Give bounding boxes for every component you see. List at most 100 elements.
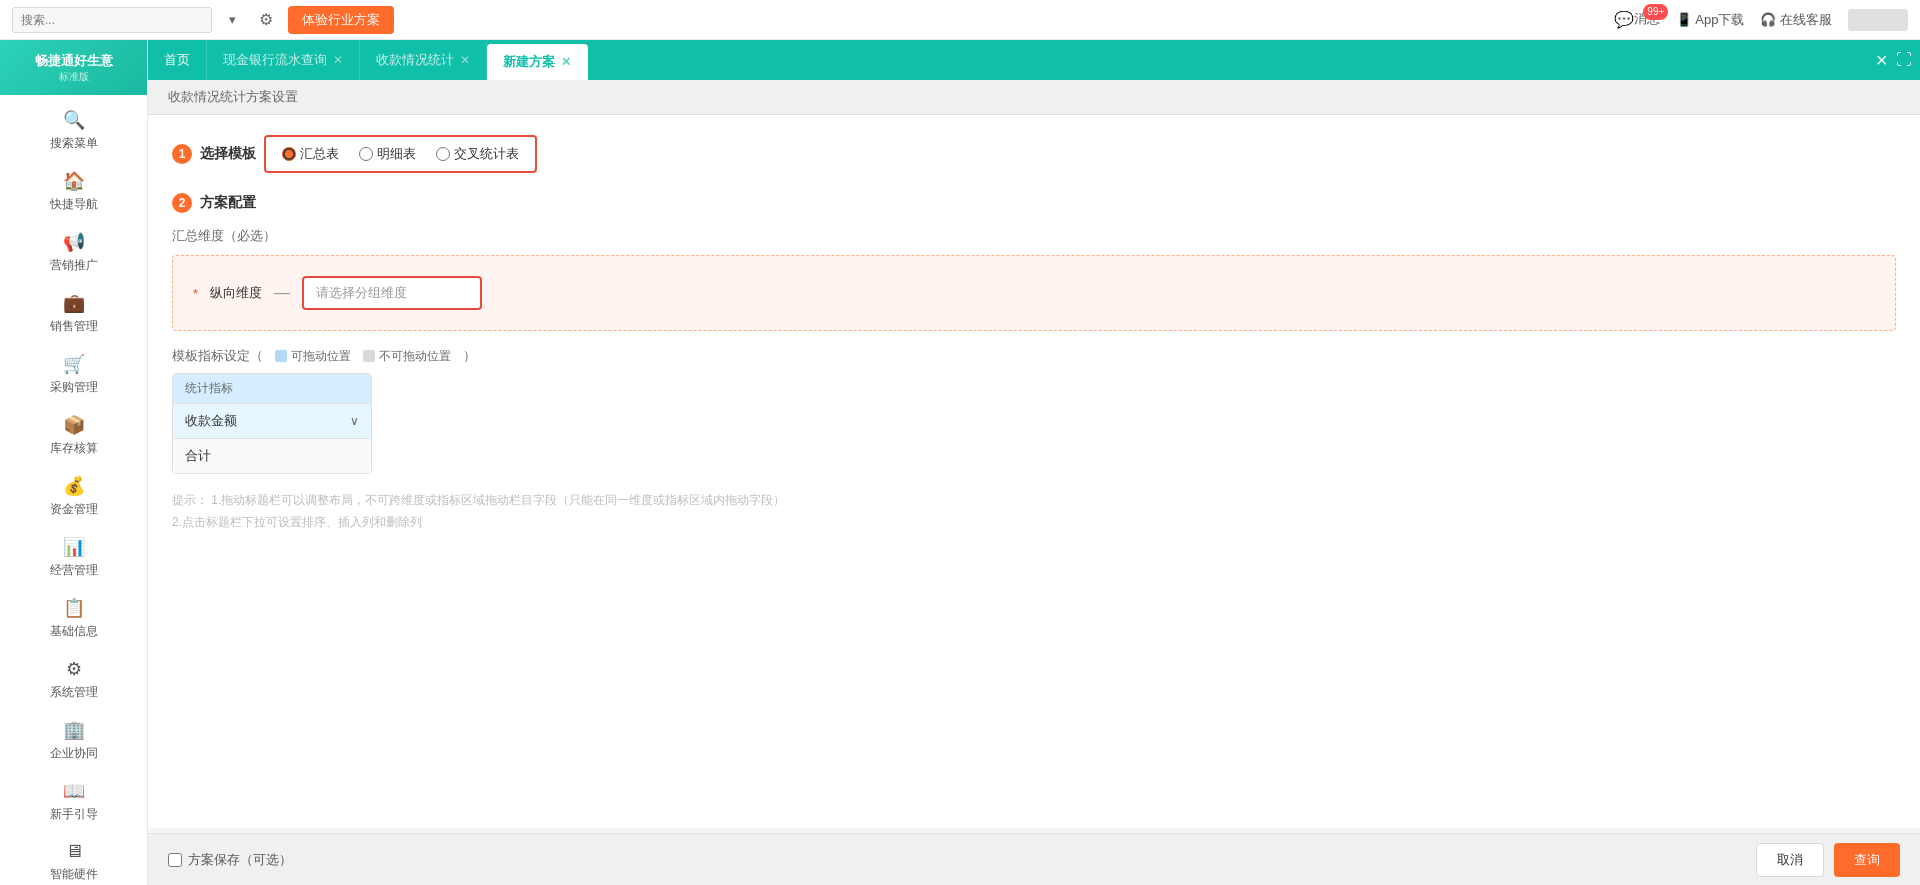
sidebar-item-enterprise[interactable]: 🏢 企业协同 <box>0 709 147 770</box>
sidebar-item-system[interactable]: ⚙ 系统管理 <box>0 648 147 709</box>
sidebar-label-hardware: 智能硬件 <box>50 866 98 883</box>
tab-receipt-close[interactable]: ✕ <box>460 53 470 67</box>
draggable-label: 可拖动位置 <box>291 348 351 365</box>
bottom-left: 方案保存（可选） <box>168 851 292 869</box>
sidebar-label-inventory: 库存核算 <box>50 440 98 457</box>
step1-num: 1 <box>172 144 192 164</box>
tab-bar: 首页 现金银行流水查询 ✕ 收款情况统计 ✕ 新建方案 ✕ ✕ ⛶ <box>148 40 1920 80</box>
metrics-label-end: ） <box>463 347 476 365</box>
radio-summary-input[interactable] <box>282 147 296 161</box>
step1-label: 选择模板 <box>200 145 256 163</box>
industry-button[interactable]: 体验行业方案 <box>288 6 394 34</box>
metrics-label: 模板指标设定（ 可拖动位置 不可拖动位置 ） <box>172 347 1896 365</box>
sidebar-item-operations[interactable]: 📊 经营管理 <box>0 526 147 587</box>
page-content: 收款情况统计方案设置 1 选择模板 汇总表 <box>148 80 1920 833</box>
tab-maximize-icon[interactable]: ⛶ <box>1896 51 1912 69</box>
sidebar-item-marketing[interactable]: 📢 营销推广 <box>0 221 147 282</box>
sidebar-item-search[interactable]: 🔍 搜索菜单 <box>0 99 147 160</box>
notification-wrap[interactable]: 💬 99+ 消息 <box>1614 10 1660 29</box>
radio-detail-label: 明细表 <box>377 145 416 163</box>
cancel-button[interactable]: 取消 <box>1756 843 1824 877</box>
app-edition: 标准版 <box>59 70 89 84</box>
sidebar-item-basics[interactable]: 📋 基础信息 <box>0 587 147 648</box>
bottom-bar: 方案保存（可选） 取消 查询 <box>148 833 1920 885</box>
dimension-area: * 纵向维度 — 请选择分组维度 <box>172 255 1896 331</box>
dimension-select[interactable]: 请选择分组维度 <box>302 276 482 310</box>
radio-cross[interactable]: 交叉统计表 <box>436 145 519 163</box>
finance-icon: 💰 <box>63 475 85 497</box>
form-container: 1 选择模板 汇总表 明细表 <box>148 115 1920 828</box>
tab-cashflow-label: 现金银行流水查询 <box>223 51 327 69</box>
tab-new[interactable]: 新建方案 ✕ <box>487 44 588 80</box>
non-draggable-label: 不可拖动位置 <box>379 348 451 365</box>
tab-cashflow-close[interactable]: ✕ <box>333 53 343 67</box>
radio-detail-input[interactable] <box>359 147 373 161</box>
hint-1: 提示： 1.拖动标题栏可以调整布局，不可跨维度或指标区域拖动栏目字段（只能在同一… <box>172 490 1896 512</box>
row-dimension-label: 纵向维度 <box>210 284 262 302</box>
bottom-right: 取消 查询 <box>1756 843 1900 877</box>
marketing-icon: 📢 <box>63 231 85 253</box>
metrics-chevron-icon: ∨ <box>350 414 359 428</box>
sidebar-item-guide[interactable]: 📖 新手引导 <box>0 770 147 831</box>
tab-receipt-label: 收款情况统计 <box>376 51 454 69</box>
main-layout: 畅捷通好生意 标准版 🔍 搜索菜单 🏠 快捷导航 📢 营销推广 💼 销售管理 <box>0 40 1920 885</box>
sidebar-label-search: 搜索菜单 <box>50 135 98 152</box>
sidebar-item-sales[interactable]: 💼 销售管理 <box>0 282 147 343</box>
tab-receipt[interactable]: 收款情况统计 ✕ <box>360 40 487 80</box>
guide-icon: 📖 <box>63 780 85 802</box>
dropdown-icon[interactable]: ▾ <box>220 8 244 32</box>
sidebar-item-hardware[interactable]: 🖥 智能硬件 <box>0 831 147 885</box>
step2-label: 方案配置 <box>200 194 256 212</box>
metrics-table: 统计指标 收款金额 ∨ 合计 <box>172 373 372 474</box>
tab-close-all-icon[interactable]: ✕ <box>1875 51 1888 70</box>
tab-cashflow[interactable]: 现金银行流水查询 ✕ <box>207 40 360 80</box>
service-icon: 🎧 <box>1760 12 1776 27</box>
download-label: App下载 <box>1695 12 1744 27</box>
sidebar-logo: 畅捷通好生意 标准版 <box>0 40 147 95</box>
sidebar-item-purchase[interactable]: 🛒 采购管理 <box>0 343 147 404</box>
tab-home[interactable]: 首页 <box>148 40 207 80</box>
download-link[interactable]: 📱 App下载 <box>1676 11 1744 29</box>
gear-icon[interactable]: ⚙ <box>252 6 280 34</box>
sidebar-item-quicknav[interactable]: 🏠 快捷导航 <box>0 160 147 221</box>
metrics-subtotal-cell: 合计 <box>173 439 371 473</box>
arrow-icon: — <box>274 284 290 302</box>
tab-new-label: 新建方案 <box>503 53 555 71</box>
purchase-icon: 🛒 <box>63 353 85 375</box>
sidebar: 畅捷通好生意 标准版 🔍 搜索菜单 🏠 快捷导航 📢 营销推广 💼 销售管理 <box>0 40 148 885</box>
download-icon: 📱 <box>1676 12 1692 27</box>
step2-section: 2 方案配置 汇总维度（必选） * 纵向维度 — 请选择分组维度 <box>172 193 1896 533</box>
service-link[interactable]: 🎧 在线客服 <box>1760 11 1832 29</box>
hint-section: 提示： 1.拖动标题栏可以调整布局，不可跨维度或指标区域拖动栏目字段（只能在同一… <box>172 490 1896 533</box>
user-avatar[interactable] <box>1848 9 1908 31</box>
notification-badge: 99+ <box>1643 4 1668 20</box>
top-bar-right: 💬 99+ 消息 📱 App下载 🎧 在线客服 <box>1614 9 1908 31</box>
metrics-col-header[interactable]: 收款金额 ∨ <box>173 404 371 439</box>
tab-new-close[interactable]: ✕ <box>561 55 571 69</box>
drag-dot-blue <box>275 350 287 362</box>
sales-icon: 💼 <box>63 292 85 314</box>
metrics-label-text: 模板指标设定（ <box>172 347 263 365</box>
draggable-badge: 可拖动位置 <box>275 348 351 365</box>
radio-summary[interactable]: 汇总表 <box>282 145 339 163</box>
radio-cross-input[interactable] <box>436 147 450 161</box>
metrics-col-label: 收款金额 <box>185 412 237 430</box>
query-button[interactable]: 查询 <box>1834 843 1900 877</box>
content-area: 首页 现金银行流水查询 ✕ 收款情况统计 ✕ 新建方案 ✕ ✕ ⛶ 收款情况统计… <box>148 40 1920 885</box>
radio-cross-label: 交叉统计表 <box>454 145 519 163</box>
sidebar-label-guide: 新手引导 <box>50 806 98 823</box>
enterprise-icon: 🏢 <box>63 719 85 741</box>
radio-detail[interactable]: 明细表 <box>359 145 416 163</box>
app-name: 畅捷通好生意 <box>35 52 113 70</box>
page-header-text: 收款情况统计方案设置 <box>168 89 298 104</box>
search-input[interactable] <box>12 7 212 33</box>
sidebar-item-inventory[interactable]: 📦 库存核算 <box>0 404 147 465</box>
sidebar-label-marketing: 营销推广 <box>50 257 98 274</box>
sidebar-nav: 🔍 搜索菜单 🏠 快捷导航 📢 营销推广 💼 销售管理 🛒 采购管理 📦 <box>0 95 147 885</box>
sidebar-item-finance[interactable]: 💰 资金管理 <box>0 465 147 526</box>
save-checkbox[interactable] <box>168 853 182 867</box>
step1-section: 1 选择模板 汇总表 明细表 <box>172 135 1896 173</box>
drag-dot-gray <box>363 350 375 362</box>
template-radio-group: 汇总表 明细表 交叉统计表 <box>264 135 537 173</box>
sidebar-label-system: 系统管理 <box>50 684 98 701</box>
